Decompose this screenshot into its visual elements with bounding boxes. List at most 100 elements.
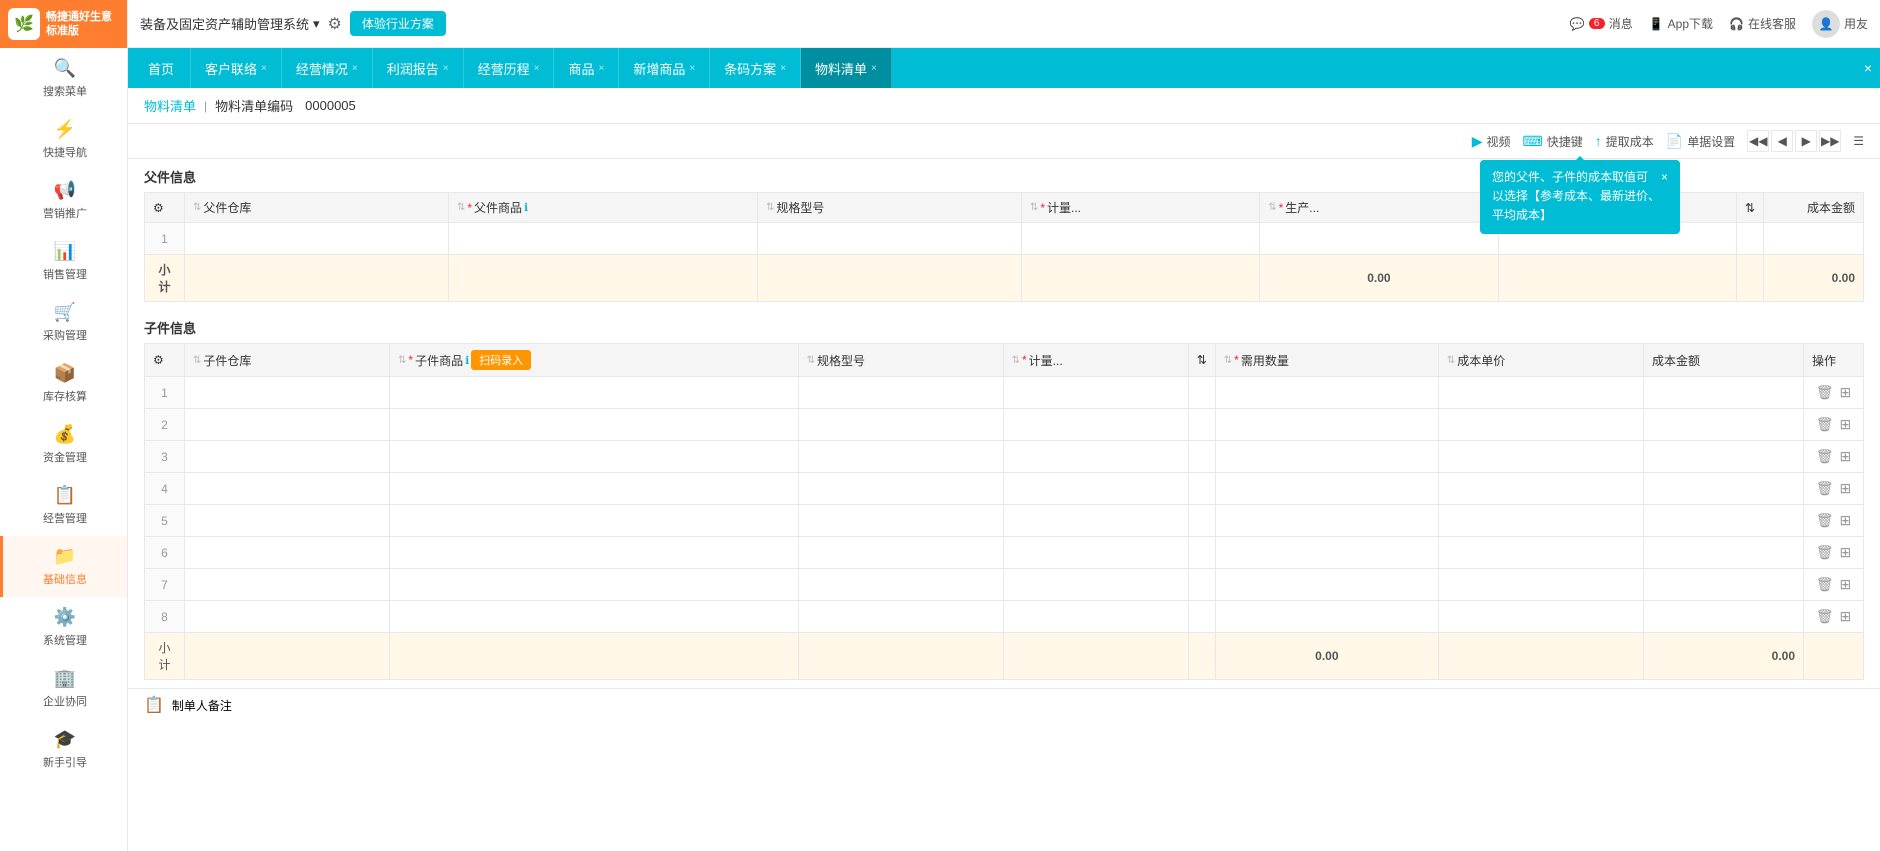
tab-close-new-product[interactable]: ×	[689, 63, 695, 74]
video-button[interactable]: ▶ 视频	[1472, 133, 1511, 150]
parent-col-config[interactable]: ⚙	[145, 193, 185, 223]
nav-first[interactable]: ◀◀	[1747, 130, 1769, 152]
tab-home[interactable]: 首页	[132, 48, 191, 88]
copy-icon-4[interactable]: ⊞	[1840, 480, 1852, 497]
copy-icon-5[interactable]: ⊞	[1840, 512, 1852, 529]
online-service-action[interactable]: 🎧 在线客服	[1729, 15, 1796, 32]
tab-operations[interactable]: 经营情况 ×	[282, 48, 373, 88]
scan-button[interactable]: 扫码录入	[471, 350, 531, 370]
tab-history[interactable]: 经营历程 ×	[464, 48, 555, 88]
child-cell-warehouse-8[interactable]	[185, 601, 390, 633]
child-cell-unit-7[interactable]	[1003, 569, 1188, 601]
child-cell-product-4[interactable]	[390, 473, 799, 505]
sidebar-item-enterprise[interactable]: 🏢 企业协同	[0, 658, 127, 719]
delete-icon-4[interactable]: 🗑	[1816, 480, 1834, 497]
child-cell-quantity-4[interactable]	[1215, 473, 1438, 505]
delete-icon-3[interactable]: 🗑	[1816, 448, 1834, 465]
child-cell-unit-price-2[interactable]	[1438, 409, 1643, 441]
tab-product[interactable]: 商品 ×	[554, 48, 619, 88]
sidebar-item-sales[interactable]: 📊 销售管理	[0, 231, 127, 292]
sidebar-item-purchase[interactable]: 🛒 采购管理	[0, 292, 127, 353]
delete-icon-8[interactable]: 🗑	[1816, 608, 1834, 625]
parent-col-warehouse[interactable]: ⇅ 父件仓库	[185, 193, 449, 223]
child-col-spec[interactable]: ⇅ 规格型号	[798, 344, 1003, 377]
parent-cell-spec-1[interactable]	[757, 223, 1021, 255]
nav-next[interactable]: ▶	[1795, 130, 1817, 152]
child-col-unit-price[interactable]: ⇅ 成本单价	[1438, 344, 1643, 377]
breadcrumb[interactable]: 物料清单	[144, 96, 196, 115]
parent-cell-unit-1[interactable]	[1021, 223, 1259, 255]
child-cell-quantity-2[interactable]	[1215, 409, 1438, 441]
copy-icon-3[interactable]: ⊞	[1840, 448, 1852, 465]
copy-icon-7[interactable]: ⊞	[1840, 576, 1852, 593]
child-cell-unit-3[interactable]	[1003, 441, 1188, 473]
child-cell-warehouse-2[interactable]	[185, 409, 390, 441]
parent-col-product[interactable]: ⇅ * 父件商品 ℹ	[448, 193, 757, 223]
child-cell-quantity-5[interactable]	[1215, 505, 1438, 537]
nav-last[interactable]: ▶▶	[1819, 130, 1841, 152]
tab-close-operations[interactable]: ×	[352, 63, 358, 74]
child-cell-unit-price-6[interactable]	[1438, 537, 1643, 569]
try-button[interactable]: 体验行业方案	[350, 11, 446, 36]
child-cell-unit-price-7[interactable]	[1438, 569, 1643, 601]
child-cell-unit-price-5[interactable]	[1438, 505, 1643, 537]
copy-icon-6[interactable]: ⊞	[1840, 544, 1852, 561]
child-cell-spec-2[interactable]	[798, 409, 1003, 441]
child-cell-unit-4[interactable]	[1003, 473, 1188, 505]
parent-cell-production-1[interactable]	[1260, 223, 1498, 255]
parent-col-spec[interactable]: ⇅ 规格型号	[757, 193, 1021, 223]
child-cell-unit-price-3[interactable]	[1438, 441, 1643, 473]
child-cell-product-6[interactable]	[390, 537, 799, 569]
sidebar-item-quick-nav[interactable]: ⚡ 快捷导航	[0, 109, 127, 170]
child-cell-quantity-6[interactable]	[1215, 537, 1438, 569]
child-cell-warehouse-4[interactable]	[185, 473, 390, 505]
tab-close-product[interactable]: ×	[598, 63, 604, 74]
sidebar-item-search[interactable]: 🔍 搜索菜单	[0, 48, 127, 109]
child-cell-warehouse-1[interactable]	[185, 377, 390, 409]
copy-icon-8[interactable]: ⊞	[1840, 608, 1852, 625]
child-cell-unit-price-4[interactable]	[1438, 473, 1643, 505]
delete-icon-1[interactable]: 🗑	[1816, 384, 1834, 401]
tooltip-close[interactable]: ×	[1661, 168, 1668, 187]
sidebar-item-finance[interactable]: 💰 资金管理	[0, 414, 127, 475]
child-cell-product-2[interactable]	[390, 409, 799, 441]
child-cell-spec-1[interactable]	[798, 377, 1003, 409]
child-cell-quantity-7[interactable]	[1215, 569, 1438, 601]
child-cell-warehouse-3[interactable]	[185, 441, 390, 473]
tab-customer[interactable]: 客户联络 ×	[191, 48, 282, 88]
child-col-warehouse[interactable]: ⇅ 子件仓库	[185, 344, 390, 377]
extract-cost-button[interactable]: ↑ 提取成本	[1595, 133, 1654, 150]
tab-close-profit[interactable]: ×	[443, 63, 449, 74]
app-download-action[interactable]: 📱 App下载	[1649, 15, 1713, 32]
sidebar-item-inventory[interactable]: 📦 库存核算	[0, 353, 127, 414]
delete-icon-5[interactable]: 🗑	[1816, 512, 1834, 529]
child-cell-product-5[interactable]	[390, 505, 799, 537]
sidebar-item-basic-info[interactable]: 📁 基础信息	[0, 536, 127, 597]
single-settings-button[interactable]: 📄 单据设置	[1666, 133, 1735, 150]
sidebar-item-system[interactable]: ⚙️ 系统管理	[0, 597, 127, 658]
close-all-tabs[interactable]: ×	[1864, 60, 1872, 76]
child-cell-spec-7[interactable]	[798, 569, 1003, 601]
child-cell-unit-6[interactable]	[1003, 537, 1188, 569]
child-cell-spec-6[interactable]	[798, 537, 1003, 569]
tab-profit[interactable]: 利润报告 ×	[373, 48, 464, 88]
child-cell-unit-1[interactable]	[1003, 377, 1188, 409]
child-col-config[interactable]: ⚙	[145, 344, 185, 377]
tab-close-history[interactable]: ×	[534, 63, 540, 74]
child-cell-unit-price-8[interactable]	[1438, 601, 1643, 633]
delete-icon-2[interactable]: 🗑	[1816, 416, 1834, 433]
copy-icon-2[interactable]: ⊞	[1840, 416, 1852, 433]
delete-icon-7[interactable]: 🗑	[1816, 576, 1834, 593]
parent-cell-warehouse-1[interactable]	[185, 223, 449, 255]
child-cell-product-1[interactable]	[390, 377, 799, 409]
child-cell-unit-2[interactable]	[1003, 409, 1188, 441]
child-cell-unit-8[interactable]	[1003, 601, 1188, 633]
child-cell-warehouse-7[interactable]	[185, 569, 390, 601]
user-action[interactable]: 👤 用友	[1812, 10, 1868, 38]
nav-prev[interactable]: ◀	[1771, 130, 1793, 152]
list-view-button[interactable]: ☰	[1853, 134, 1864, 148]
child-cell-spec-4[interactable]	[798, 473, 1003, 505]
sidebar-item-operations[interactable]: 📋 经营管理	[0, 475, 127, 536]
child-col-unit[interactable]: ⇅ * 计量...	[1003, 344, 1188, 377]
tab-close-customer[interactable]: ×	[261, 63, 267, 74]
